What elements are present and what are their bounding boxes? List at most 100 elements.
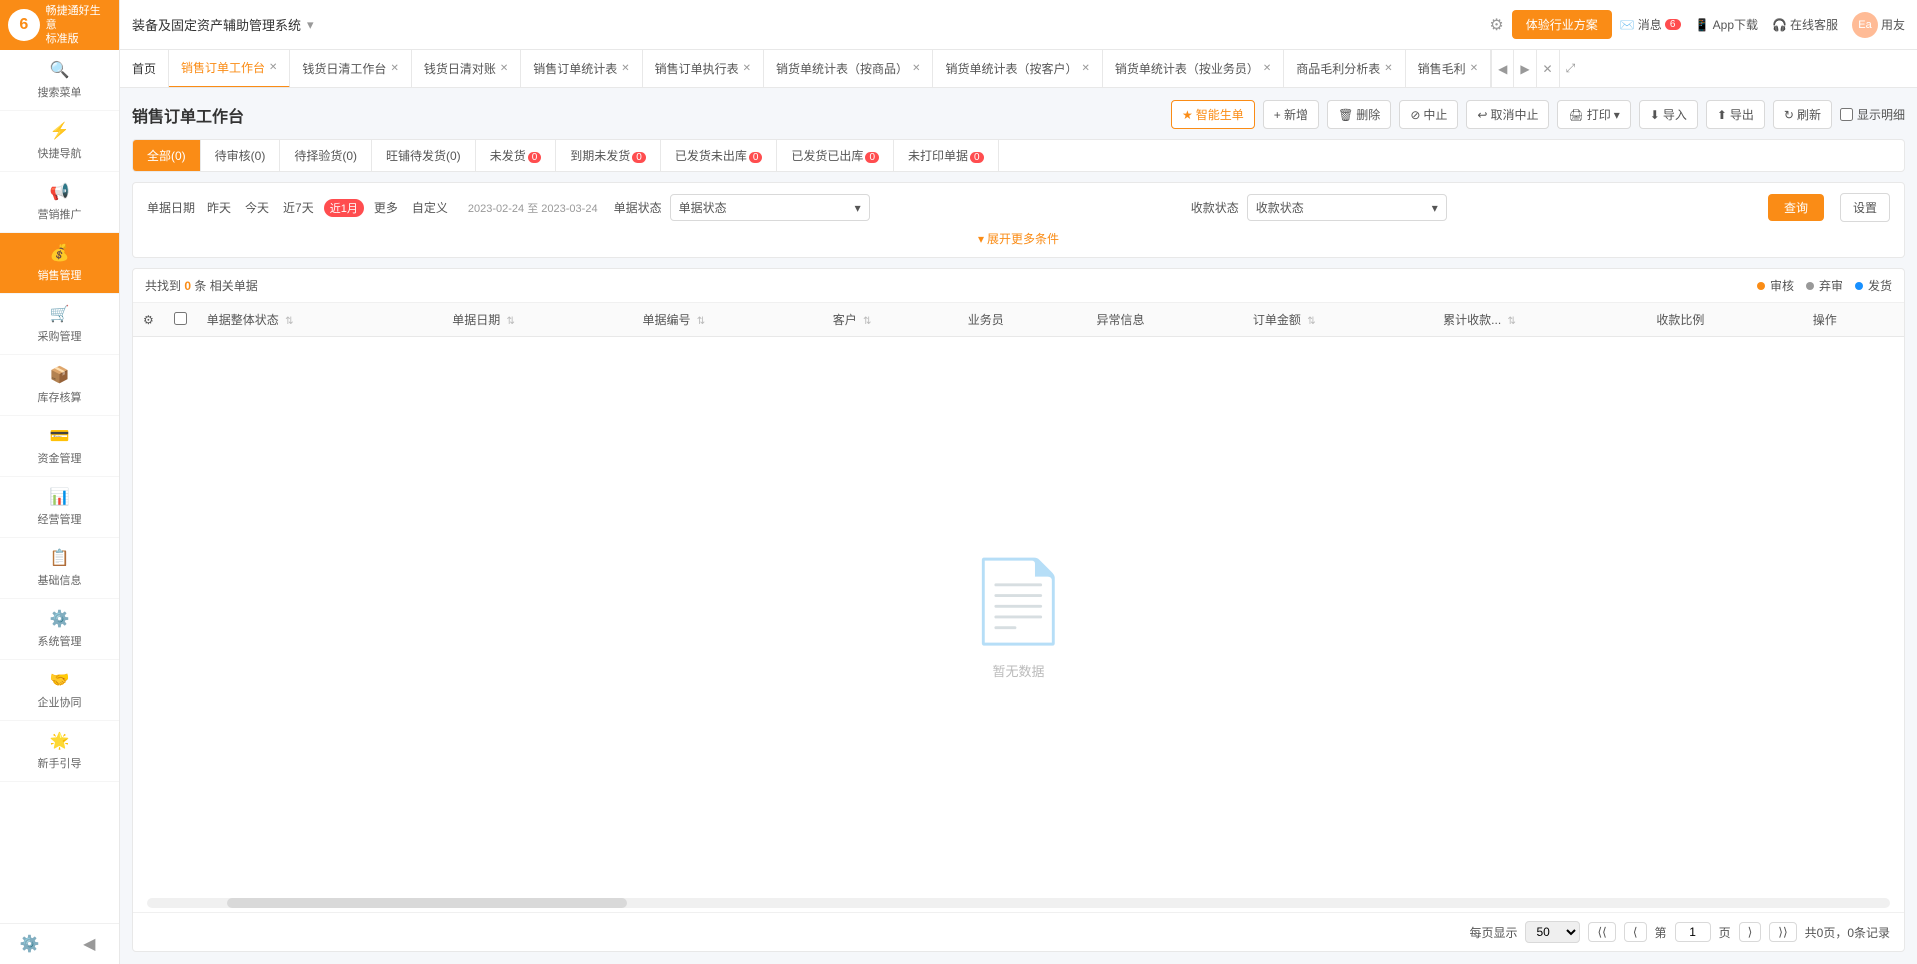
tab-sales-workbench[interactable]: 销售订单工作台 ✕ xyxy=(169,50,290,88)
status-select[interactable]: 单据状态 ▾ xyxy=(670,194,870,221)
search-btn[interactable]: 查询 xyxy=(1768,194,1824,221)
user-menu[interactable]: Ea 用友 xyxy=(1852,12,1905,38)
sort-collected-icon[interactable]: ⇅ xyxy=(1508,316,1516,327)
pagination-prev-btn[interactable]: ⟨ xyxy=(1624,922,1647,942)
filter-tab-all[interactable]: 全部(0) xyxy=(133,140,201,171)
filter-tab-pending-review[interactable]: 待审核(0) xyxy=(201,140,281,171)
sort-number-icon[interactable]: ⇅ xyxy=(697,316,705,327)
per-page-select[interactable]: 10 20 50 100 xyxy=(1525,921,1580,943)
sidebar-item-quick[interactable]: ⚡ 快捷导航 xyxy=(0,111,119,172)
filter-tab-shipped-out[interactable]: 已发货已出库0 xyxy=(777,140,894,171)
sort-customer-icon[interactable]: ⇅ xyxy=(863,316,871,327)
tab-close-margin-analysis[interactable]: ✕ xyxy=(1384,63,1392,74)
export-btn[interactable]: ⬆ 导出 xyxy=(1706,100,1765,129)
sort-amount-icon[interactable]: ⇅ xyxy=(1307,316,1315,327)
filter-tab-shipped-not-out[interactable]: 已发货未出库0 xyxy=(661,140,778,171)
filter-tab-unprinted[interactable]: 未打印单据0 xyxy=(894,140,999,171)
date-yesterday-btn[interactable]: 昨天 xyxy=(203,197,235,218)
sidebar-item-inventory[interactable]: 📦 库存核算 xyxy=(0,355,119,416)
date-today-btn[interactable]: 今天 xyxy=(241,197,273,218)
sidebar-item-search[interactable]: 🔍 搜索菜单 xyxy=(0,50,119,111)
topbar-settings-icon[interactable]: ⚙ xyxy=(1489,15,1503,35)
th-salesman: 业务员 xyxy=(958,303,1087,337)
date-more-btn[interactable]: 更多 xyxy=(370,197,402,218)
stop-icon: ⊘ xyxy=(1410,108,1420,122)
sidebar-item-system[interactable]: ⚙️ 系统管理 xyxy=(0,599,119,660)
tab-prev-btn[interactable]: ◀ xyxy=(1491,50,1513,88)
topbar-dropdown-icon[interactable]: ▾ xyxy=(307,17,314,33)
ship-action-btn[interactable]: 发货 xyxy=(1855,277,1892,294)
date-1month-btn[interactable]: 近1月 xyxy=(324,199,364,217)
cancel-review-action-btn[interactable]: 弃审 xyxy=(1806,277,1843,294)
refresh-btn[interactable]: ↻ 刷新 xyxy=(1773,100,1832,129)
tab-close-cash-daily[interactable]: ✕ xyxy=(390,63,398,74)
app-download-btn[interactable]: 📱 App下载 xyxy=(1695,16,1758,33)
filter-tab-unshipped[interactable]: 未发货0 xyxy=(476,140,557,171)
settings-btn[interactable]: 设置 xyxy=(1840,193,1890,222)
th-checkbox[interactable] xyxy=(164,303,197,337)
pagination-next-btn[interactable]: ⟩ xyxy=(1739,922,1762,942)
sort-date-icon[interactable]: ⇅ xyxy=(507,316,515,327)
tab-salesman-stats[interactable]: 销货单统计表（按业务员） ✕ xyxy=(1103,50,1284,88)
tab-close-cash-reconcile[interactable]: ✕ xyxy=(500,63,508,74)
filter-tab-overdue-unshipped[interactable]: 到期未发货0 xyxy=(556,140,661,171)
sidebar-item-operations[interactable]: 📊 经营管理 xyxy=(0,477,119,538)
tab-close-sales-workbench[interactable]: ✕ xyxy=(269,62,277,73)
horizontal-scrollbar[interactable] xyxy=(147,898,1890,908)
tab-close-goods-stats[interactable]: ✕ xyxy=(912,63,920,74)
tab-sales-exec[interactable]: 销售订单执行表 ✕ xyxy=(643,50,764,88)
message-btn[interactable]: ✉️ 消息 6 xyxy=(1620,16,1681,33)
cancel-stop-btn[interactable]: ↩ 取消中止 xyxy=(1466,100,1549,129)
tab-close-sales-margin[interactable]: ✕ xyxy=(1470,63,1478,74)
date-custom-btn[interactable]: 自定义 xyxy=(408,197,452,218)
tab-next-btn[interactable]: ▶ xyxy=(1513,50,1535,88)
show-detail-checkbox[interactable]: 显示明细 xyxy=(1840,106,1905,123)
sidebar-item-collab[interactable]: 🤝 企业协同 xyxy=(0,660,119,721)
collection-select[interactable]: 收款状态 ▾ xyxy=(1247,194,1447,221)
sidebar-item-finance[interactable]: 💳 资金管理 xyxy=(0,416,119,477)
scroll-thumb[interactable] xyxy=(227,898,627,908)
sidebar-item-basic[interactable]: 📋 基础信息 xyxy=(0,538,119,599)
th-col-settings[interactable]: ⚙ xyxy=(133,303,164,337)
smart-create-btn[interactable]: ★ 智能生单 xyxy=(1171,100,1255,129)
filter-tab-pending-inspect[interactable]: 待择验货(0) xyxy=(280,140,372,171)
sort-status-icon[interactable]: ⇅ xyxy=(285,316,293,327)
sidebar-item-purchase[interactable]: 🛒 采购管理 xyxy=(0,294,119,355)
review-action-btn[interactable]: 审核 xyxy=(1757,277,1794,294)
delete-btn[interactable]: 🗑 删除 xyxy=(1327,100,1391,129)
stop-btn[interactable]: ⊘ 中止 xyxy=(1399,100,1458,129)
tab-sales-stats[interactable]: 销售订单统计表 ✕ xyxy=(521,50,642,88)
new-btn[interactable]: + 新增 xyxy=(1263,100,1319,129)
select-all-checkbox[interactable] xyxy=(174,312,187,325)
expand-conditions-btn[interactable]: ▾ 展开更多条件 xyxy=(978,230,1059,247)
show-detail-input[interactable] xyxy=(1840,108,1853,121)
import-btn[interactable]: ⬇ 导入 xyxy=(1639,100,1698,129)
date-7days-btn[interactable]: 近7天 xyxy=(279,197,318,218)
tab-customer-stats[interactable]: 销货单统计表（按客户） ✕ xyxy=(933,50,1102,88)
tab-close-all-btn[interactable]: ✕ xyxy=(1536,50,1559,88)
tab-sales-margin[interactable]: 销售毛利 ✕ xyxy=(1406,50,1491,88)
tab-cash-reconcile[interactable]: 钱货日清对账 ✕ xyxy=(412,50,521,88)
industry-plan-btn[interactable]: 体验行业方案 xyxy=(1512,10,1612,39)
tab-margin-analysis[interactable]: 商品毛利分析表 ✕ xyxy=(1284,50,1405,88)
sidebar-item-newbie[interactable]: 🌟 新手引导 xyxy=(0,721,119,782)
pagination-last-btn[interactable]: ⟩⟩ xyxy=(1769,922,1796,942)
tab-close-customer-stats[interactable]: ✕ xyxy=(1081,63,1089,74)
tab-maximize-btn[interactable]: ⤢ xyxy=(1559,50,1582,88)
page-input[interactable] xyxy=(1675,922,1711,942)
pagination-first-btn[interactable]: ⟨⟨ xyxy=(1588,922,1615,942)
review-dot xyxy=(1757,282,1765,290)
sidebar-settings-btn[interactable]: ⚙️ xyxy=(0,924,60,964)
tab-cash-daily[interactable]: 钱货日清工作台 ✕ xyxy=(290,50,411,88)
tab-close-sales-exec[interactable]: ✕ xyxy=(743,63,751,74)
tab-goods-stats[interactable]: 销货单统计表（按商品） ✕ xyxy=(764,50,933,88)
tab-close-sales-stats[interactable]: ✕ xyxy=(621,63,629,74)
sidebar-item-sales[interactable]: 💰 销售管理 xyxy=(0,233,119,294)
tab-home[interactable]: 首页 xyxy=(120,50,169,88)
sidebar-collapse-btn[interactable]: ◀ xyxy=(60,924,120,964)
filter-tab-wangpu[interactable]: 旺铺待发货(0) xyxy=(372,140,476,171)
print-btn[interactable]: 🖨 打印 ▾ xyxy=(1557,100,1630,129)
tab-close-salesman-stats[interactable]: ✕ xyxy=(1263,63,1271,74)
sidebar-item-marketing[interactable]: 📢 营销推广 xyxy=(0,172,119,233)
online-service-btn[interactable]: 🎧 在线客服 xyxy=(1772,16,1838,33)
